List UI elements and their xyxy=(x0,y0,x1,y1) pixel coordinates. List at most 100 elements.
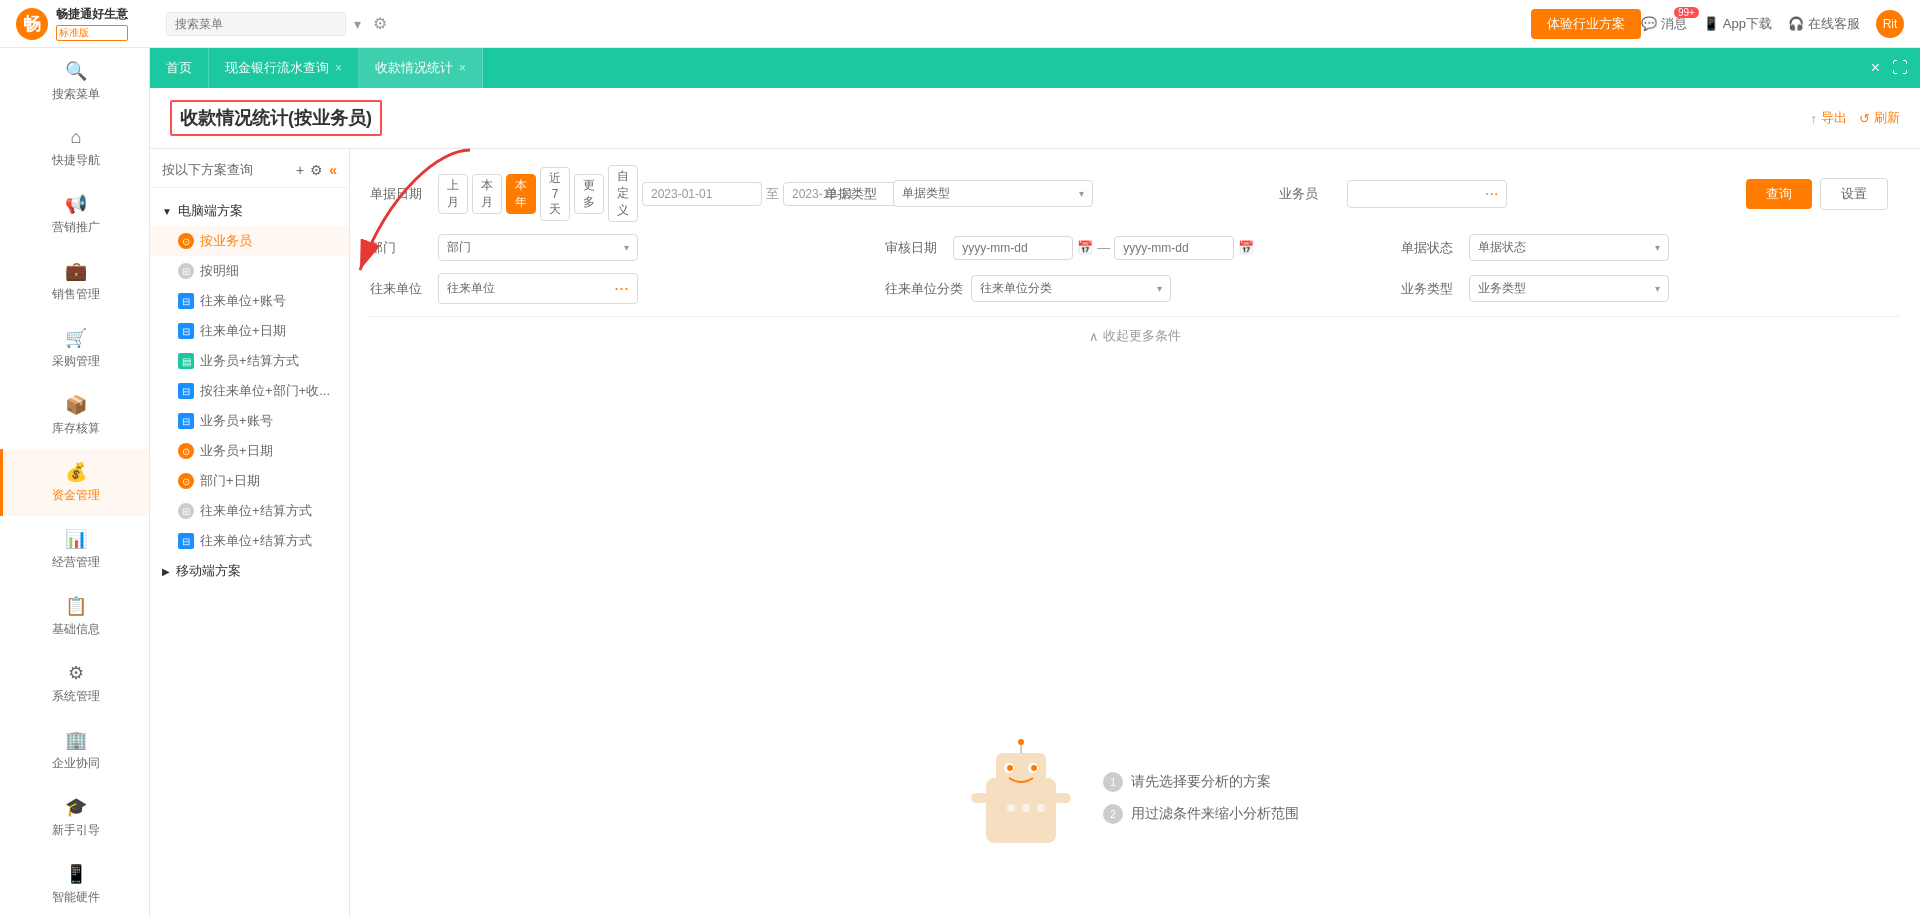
collapse-label: 收起更多条件 xyxy=(1103,327,1181,345)
calendar-icon-from[interactable]: 📅 xyxy=(1077,240,1093,255)
sidebar-item-basic-info[interactable]: 📋 基础信息 xyxy=(0,583,149,650)
date-btn-custom[interactable]: 自定义 xyxy=(608,165,638,222)
scheme-item-cp-settlement1[interactable]: ⊞ 往来单位+结算方式 xyxy=(150,496,349,526)
tab-receipt-stat-close[interactable]: × xyxy=(459,61,466,75)
counterpart-more-icon[interactable]: ··· xyxy=(614,278,629,299)
date-btn-this-year[interactable]: 本年 xyxy=(506,174,536,214)
tab-bank-flow-close[interactable]: × xyxy=(335,61,342,75)
right-panel: 单据日期 上月 本月 本年 近7天 更多 自定义 xyxy=(350,149,1920,918)
message-button[interactable]: 💬 消息 99+ xyxy=(1641,15,1687,33)
scheme-panel: 按以下方案查询 + ⚙ « ▼ 电脑端方案 ⊙ 按业务 xyxy=(150,149,350,918)
counterpart-category-select[interactable]: 往来单位分类 ▾ xyxy=(971,275,1171,302)
scheme-item-salesman-date[interactable]: ⊙ 业务员+日期 xyxy=(150,436,349,466)
date-label: 单据日期 xyxy=(370,185,430,203)
tab-home[interactable]: 首页 xyxy=(150,48,209,88)
review-date-to-input[interactable] xyxy=(1114,236,1234,260)
page-title-box: 收款情况统计(按业务员) xyxy=(170,100,382,136)
date-from-input[interactable] xyxy=(642,182,762,206)
app-download-label: App下载 xyxy=(1723,15,1772,33)
review-date-from-input[interactable] xyxy=(953,236,1073,260)
trial-button[interactable]: 体验行业方案 xyxy=(1531,9,1641,39)
sidebar-item-purchase[interactable]: 🛒 采购管理 xyxy=(0,315,149,382)
collapse-bar[interactable]: ∧ 收起更多条件 xyxy=(370,316,1900,355)
scheme-group-desktop[interactable]: ▼ 电脑端方案 xyxy=(150,196,349,226)
search-menu-input[interactable] xyxy=(166,12,346,36)
counterpart-select[interactable]: 往来单位 ··· xyxy=(438,273,638,304)
svg-point-7 xyxy=(1018,739,1024,745)
page-title: 收款情况统计(按业务员) xyxy=(180,108,372,128)
salesman-select[interactable]: ··· xyxy=(1347,180,1507,208)
tab-bank-flow[interactable]: 现金银行流水查询 × xyxy=(209,48,359,88)
scheme-header-label: 按以下方案查询 xyxy=(162,161,253,179)
scheme-group-desktop-label: 电脑端方案 xyxy=(178,202,243,220)
enterprise-icon: 🏢 xyxy=(65,729,87,751)
review-date-sep: — xyxy=(1097,240,1110,255)
tab-expand-icon[interactable]: ⛶ xyxy=(1892,59,1908,77)
doc-type-arrow-icon: ▾ xyxy=(1079,188,1084,199)
sidebar-item-guide[interactable]: 🎓 新手引导 xyxy=(0,784,149,851)
scheme-item-salesman-account[interactable]: ⊟ 业务员+账号 xyxy=(150,406,349,436)
doc-status-label: 单据状态 xyxy=(1401,239,1461,257)
counterpart-category-value: 往来单位分类 xyxy=(980,280,1052,297)
sidebar-item-label: 资金管理 xyxy=(52,487,100,504)
svg-point-4 xyxy=(1007,765,1013,771)
dept-select[interactable]: 部门 ▾ xyxy=(438,234,638,261)
tab-receipt-stat[interactable]: 收款情况统计 × xyxy=(359,48,483,88)
logo-icon: 畅 xyxy=(16,8,48,40)
biz-type-select[interactable]: 业务类型 ▾ xyxy=(1469,275,1669,302)
scheme-group-mobile[interactable]: ▶ 移动端方案 xyxy=(150,556,349,586)
scheme-item-salesman-settlement[interactable]: ▤ 业务员+结算方式 xyxy=(150,346,349,376)
doc-status-select[interactable]: 单据状态 ▾ xyxy=(1469,234,1669,261)
date-quick-buttons: 上月 本月 本年 近7天 更多 自定义 xyxy=(438,165,638,222)
tab-close-icon[interactable]: × xyxy=(1871,59,1880,77)
user-avatar[interactable]: Rit xyxy=(1876,10,1904,38)
scheme-item-cp-settlement2[interactable]: ⊟ 往来单位+结算方式 xyxy=(150,526,349,556)
query-button[interactable]: 查询 xyxy=(1746,179,1812,209)
hint-step-1-text: 请先选择要分析的方案 xyxy=(1131,773,1271,791)
scheme-item-counterpart-account[interactable]: ⊟ 往来单位+账号 xyxy=(150,286,349,316)
dept-value: 部门 xyxy=(447,239,471,256)
filter-review-date-item: 审核日期 📅 — 📅 xyxy=(885,236,1384,260)
review-date-control: 📅 — 📅 xyxy=(953,236,1384,260)
date-btn-this-month[interactable]: 本月 xyxy=(472,174,502,214)
date-btn-last-7-days[interactable]: 近7天 xyxy=(540,167,570,221)
sidebar-item-inventory[interactable]: 📦 库存核算 xyxy=(0,382,149,449)
scheme-item-icon-cp-settle2: ⊟ xyxy=(178,533,194,549)
sidebar-item-quick-nav[interactable]: ⌂ 快捷导航 xyxy=(0,115,149,181)
app-name: 畅捷通好生意 xyxy=(56,6,128,23)
scheme-item-counterpart-dept[interactable]: ⊟ 按往来单位+部门+收... xyxy=(150,376,349,406)
doc-type-select[interactable]: 单据类型 ▾ xyxy=(893,180,1093,207)
salesman-more-icon[interactable]: ··· xyxy=(1485,185,1498,203)
scheme-item-icon-detail: ⊞ xyxy=(178,263,194,279)
scheme-item-dept-date[interactable]: ⊙ 部门+日期 xyxy=(150,466,349,496)
sidebar-item-operations[interactable]: 📊 经营管理 xyxy=(0,516,149,583)
scheme-add-icon[interactable]: + xyxy=(296,162,304,178)
scheme-collapse-icon[interactable]: « xyxy=(329,162,337,178)
sidebar-item-system[interactable]: ⚙ 系统管理 xyxy=(0,650,149,717)
filter-form-area: 单据日期 上月 本月 本年 近7天 更多 自定义 xyxy=(350,149,1920,520)
sidebar-item-enterprise[interactable]: 🏢 企业协同 xyxy=(0,717,149,784)
date-btn-more[interactable]: 更多 xyxy=(574,174,604,214)
sidebar-item-search[interactable]: 🔍 搜索菜单 xyxy=(0,48,149,115)
sidebar-item-marketing[interactable]: 📢 营销推广 xyxy=(0,181,149,248)
settings-button[interactable]: 设置 xyxy=(1820,178,1888,210)
app-download-button[interactable]: 📱 App下载 xyxy=(1703,15,1772,33)
calendar-icon-to[interactable]: 📅 xyxy=(1238,240,1254,255)
refresh-button[interactable]: ↺ 刷新 xyxy=(1859,109,1900,127)
page-header-actions: ↑ 导出 ↺ 刷新 xyxy=(1811,109,1901,127)
page-header: 收款情况统计(按业务员) ↑ 导出 ↺ 刷新 xyxy=(150,88,1920,149)
export-button[interactable]: ↑ 导出 xyxy=(1811,109,1848,127)
online-service-button[interactable]: 🎧 在线客服 xyxy=(1788,15,1860,33)
settings-icon[interactable]: ⚙ xyxy=(373,14,387,33)
scheme-item-by-detail[interactable]: ⊞ 按明细 xyxy=(150,256,349,286)
scheme-settings-icon[interactable]: ⚙ xyxy=(310,162,323,178)
sidebar-item-finance[interactable]: 💰 资金管理 xyxy=(0,449,149,516)
counterpart-category-control: 往来单位分类 ▾ xyxy=(971,275,1384,302)
date-btn-last-month[interactable]: 上月 xyxy=(438,174,468,214)
dept-control: 部门 ▾ xyxy=(438,234,869,261)
scheme-item-by-salesman[interactable]: ⊙ 按业务员 xyxy=(150,226,349,256)
dropdown-arrow-icon[interactable]: ▾ xyxy=(354,16,361,32)
sidebar-item-sales[interactable]: 💼 销售管理 xyxy=(0,248,149,315)
sidebar-item-smart-hw[interactable]: 📱 智能硬件 xyxy=(0,851,149,918)
scheme-item-counterpart-date[interactable]: ⊟ 往来单位+日期 xyxy=(150,316,349,346)
